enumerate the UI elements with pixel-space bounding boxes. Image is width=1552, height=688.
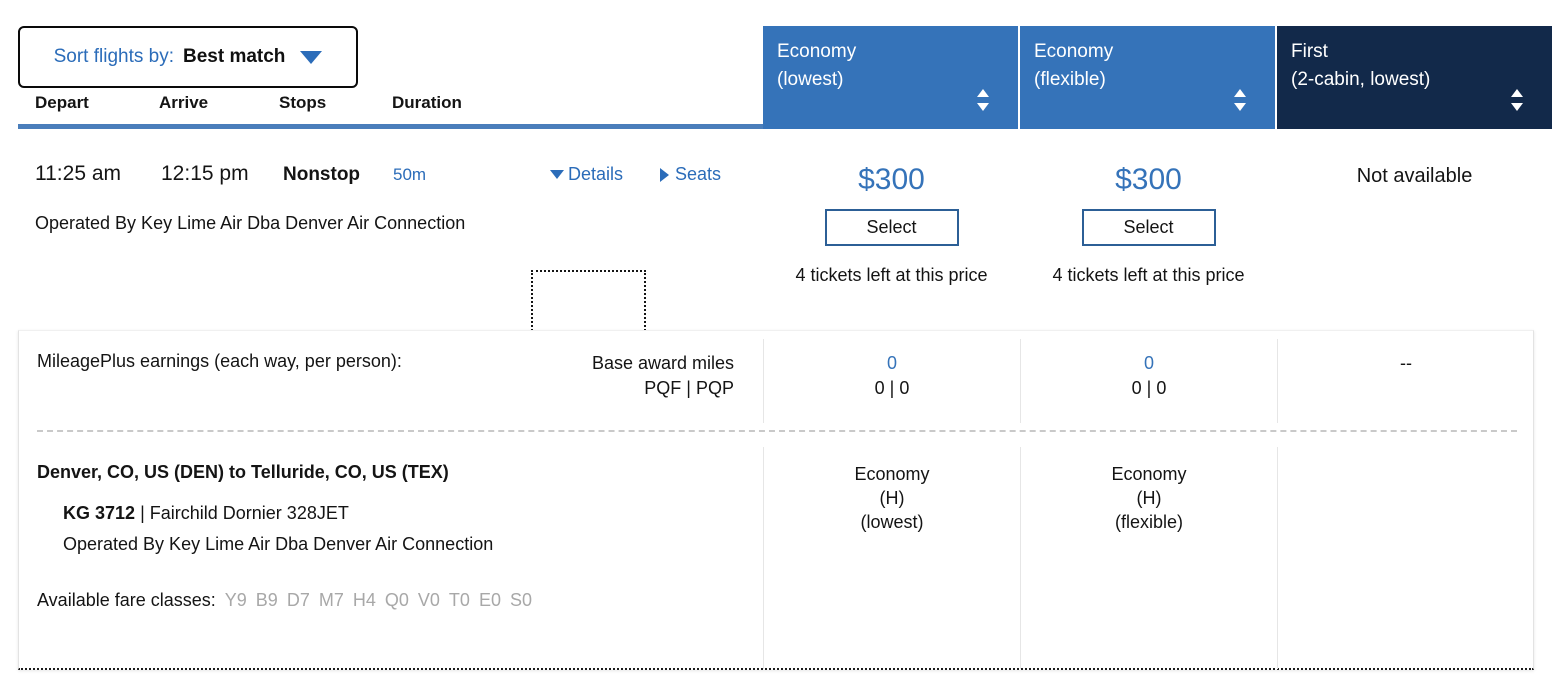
mileage-legend-line1: Base award miles <box>591 353 734 373</box>
fare-cell-economy-flexible: $300 Select 4 tickets left at this price <box>1020 129 1277 330</box>
available-fare-classes: Available fare classes: Y9 B9 D7 M7 H4 Q0 V0 T0 E… <box>37 588 597 612</box>
column-header-depart[interactable]: Depart <box>35 93 89 113</box>
tickets-left-note: 4 tickets left at this price <box>795 265 988 285</box>
fare-class-code: Y9 <box>224 590 247 610</box>
depart-time: 11:25 am <box>35 162 121 185</box>
sort-flights-dropdown[interactable]: Sort flights by: Best match <box>18 26 358 88</box>
seats-toggle[interactable]: Seats <box>660 164 721 185</box>
chevron-down-icon <box>300 50 323 64</box>
mileage-unavailable-dash: -- <box>1400 353 1412 373</box>
flight-operated-by: Operated By Key Lime Air Dba Denver Air … <box>35 213 466 233</box>
cabin-name: Economy <box>854 464 930 484</box>
mileageplus-earnings-label: MileagePlus earnings (each way, per pers… <box>37 351 402 371</box>
segment-flight-number: KG 3712 <box>63 503 136 523</box>
column-header-arrive[interactable]: Arrive <box>159 93 208 113</box>
stops-value: Nonstop <box>283 164 361 185</box>
select-button[interactable]: Select <box>824 209 959 246</box>
tickets-left-note: 4 tickets left at this price <box>1052 265 1245 285</box>
flight-column-headings: Depart Arrive Stops Duration <box>0 93 763 119</box>
results-header: Sort flights by: Best match Depart Arriv… <box>0 0 1552 129</box>
duration-value[interactable]: 50m <box>393 165 426 185</box>
triangle-down-icon <box>550 170 564 179</box>
column-header-duration[interactable]: Duration <box>392 93 462 113</box>
fare-class-code: V0 <box>417 590 440 610</box>
triangle-right-icon <box>660 167 669 182</box>
sort-arrows-icon[interactable] <box>1234 89 1247 115</box>
sort-label: Sort flights by: <box>53 46 174 67</box>
mileageplus-legend: Base award miles PQF | PQP <box>459 351 734 401</box>
segment-aircraft: Fairchild Dornier 328JET <box>149 503 349 523</box>
flight-segment-block: Denver, CO, US (DEN) to Telluride, CO, U… <box>37 462 747 555</box>
arrive-time: 12:15 pm <box>161 162 249 185</box>
fare-class-code: Q0 <box>384 590 409 610</box>
cabin-qualifier: (flexible) <box>1114 512 1184 532</box>
fare-price: $300 <box>1115 163 1182 196</box>
segment-route: Denver, CO, US (DEN) to Telluride, CO, U… <box>37 462 449 482</box>
fare-column-header-first[interactable]: First (2-cabin, lowest) <box>1277 26 1552 129</box>
sort-arrows-icon[interactable] <box>1511 89 1524 115</box>
base-award-miles: 0 <box>886 353 897 373</box>
flight-times: 11:25 am 12:15 pm Nonstop 50m <box>35 162 426 186</box>
fare-header-cabin: Economy <box>777 41 857 62</box>
flight-details-panel: MileagePlus earnings (each way, per pers… <box>18 330 1534 670</box>
fare-class-code: E0 <box>478 590 501 610</box>
pqf-pqp-values: 0 | 0 <box>1131 378 1167 398</box>
mileage-legend-line2: PQF | PQP <box>644 378 734 398</box>
segment-flight-info: KG 3712 | Fairchild Dornier 328JET <box>63 503 747 524</box>
mileage-cell-first: -- <box>1278 351 1534 376</box>
fare-column-header-economy-lowest[interactable]: Economy (lowest) <box>763 26 1018 129</box>
fare-class-code: M7 <box>318 590 344 610</box>
segment-separator: | <box>140 503 145 523</box>
column-header-stops[interactable]: Stops <box>279 93 326 113</box>
fare-cell-first: Not available <box>1277 129 1552 330</box>
fare-price: $300 <box>858 163 925 196</box>
mileage-cell-economy-lowest: 0 0 | 0 <box>764 351 1020 401</box>
pqf-pqp-values: 0 | 0 <box>874 378 910 398</box>
fare-class-code: D7 <box>286 590 310 610</box>
flight-result-row: 11:25 am 12:15 pm Nonstop 50m Operated B… <box>0 129 1552 459</box>
sort-arrows-icon[interactable] <box>977 89 990 115</box>
cabin-booking-class: (H) <box>879 488 905 508</box>
fare-class-code: T0 <box>448 590 470 610</box>
panel-divider <box>1277 447 1278 669</box>
cabin-booking-class: (H) <box>1136 488 1162 508</box>
segment-cabin-economy-lowest: Economy (H) (lowest) <box>764 462 1020 534</box>
fare-header-cabin: First <box>1291 41 1328 62</box>
cabin-name: Economy <box>1111 464 1187 484</box>
details-toggle[interactable]: Details <box>550 164 623 185</box>
fare-class-code: B9 <box>255 590 278 610</box>
panel-dashed-separator <box>37 430 1517 432</box>
fare-class-code: S0 <box>509 590 532 610</box>
select-button[interactable]: Select <box>1081 209 1216 246</box>
base-award-miles: 0 <box>1143 353 1154 373</box>
fare-column-header-economy-flexible[interactable]: Economy (flexible) <box>1020 26 1275 129</box>
fare-class-code: H4 <box>352 590 376 610</box>
seats-label: Seats <box>675 164 722 184</box>
segment-cabin-economy-flexible: Economy (H) (flexible) <box>1021 462 1277 534</box>
fare-not-available: Not available <box>1356 165 1473 187</box>
fare-cell-economy-lowest: $300 Select 4 tickets left at this price <box>763 129 1020 330</box>
fare-classes-label: Available fare classes: <box>37 590 216 610</box>
fare-header-cabin: Economy <box>1034 41 1114 62</box>
cabin-qualifier: (lowest) <box>860 512 924 532</box>
segment-operated-by: Operated By Key Lime Air Dba Denver Air … <box>63 534 494 554</box>
details-label: Details <box>568 164 624 184</box>
sort-selected-value: Best match <box>182 46 286 67</box>
mileage-cell-economy-flexible: 0 0 | 0 <box>1021 351 1277 401</box>
